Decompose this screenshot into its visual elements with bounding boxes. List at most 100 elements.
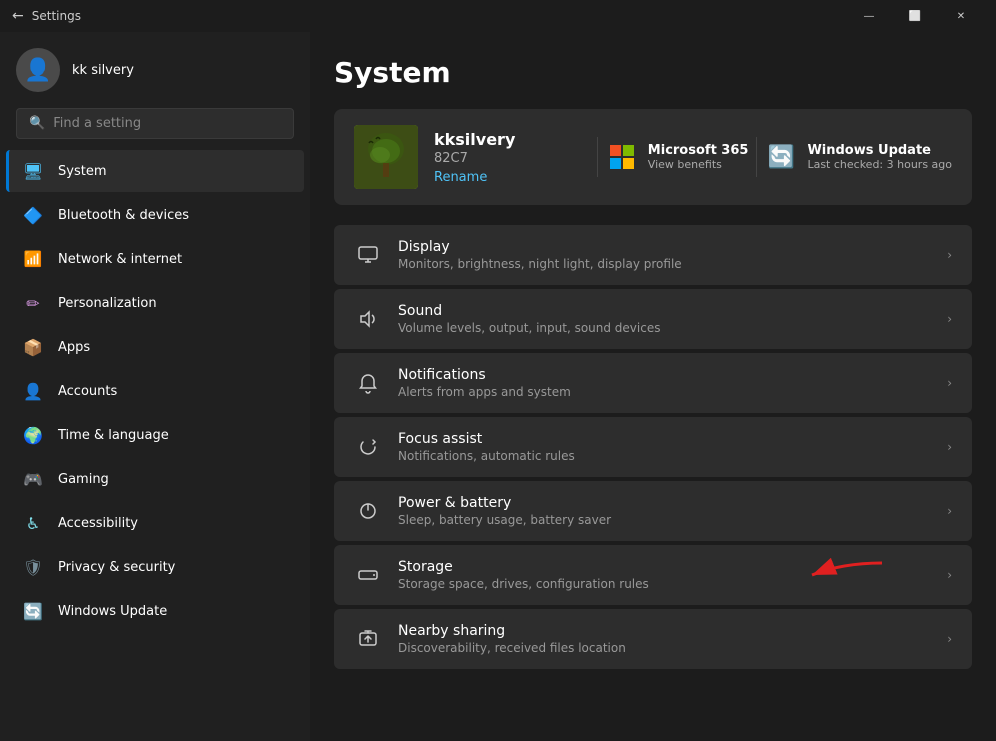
focus-svg-icon [357,436,379,458]
power-chevron: › [947,504,952,518]
sound-subtitle: Volume levels, output, input, sound devi… [398,321,931,335]
nav-item-gaming[interactable]: 🎮 Gaming [6,458,304,500]
user-card-info: kksilvery 82C7 Rename [434,130,589,185]
display-svg-icon [357,244,379,266]
nav-item-network[interactable]: 📶 Network & internet [6,238,304,280]
display-text: Display Monitors, brightness, night ligh… [398,239,931,271]
update-icon: 🔄 [22,600,44,622]
nav-label-update: Windows Update [58,604,167,619]
display-title: Display [398,239,931,255]
microsoft365-action[interactable]: Microsoft 365 View benefits [606,141,749,173]
settings-item-power[interactable]: Power & battery Sleep, battery usage, ba… [334,481,972,541]
app-body: 👤 kk silvery 🔍 Find a setting 🖥 System 🔷… [0,32,996,741]
sound-chevron: › [947,312,952,326]
nav-item-personalization[interactable]: ✏ Personalization [6,282,304,324]
nav-item-update[interactable]: 🔄 Windows Update [6,590,304,632]
settings-item-storage[interactable]: Storage Storage space, drives, configura… [334,545,972,605]
user-card-id: 82C7 [434,151,589,166]
storage-chevron: › [947,568,952,582]
sidebar-user-profile[interactable]: 👤 kk silvery [0,32,310,102]
gaming-icon: 🎮 [22,468,44,490]
nav-item-accounts[interactable]: 👤 Accounts [6,370,304,412]
nearby-subtitle: Discoverability, received files location [398,641,931,655]
nav-label-apps: Apps [58,340,90,355]
nav-label-accounts: Accounts [58,384,117,399]
sound-text: Sound Volume levels, output, input, soun… [398,303,931,335]
user-card-name: kksilvery [434,130,589,149]
sidebar: 👤 kk silvery 🔍 Find a setting 🖥 System 🔷… [0,32,310,741]
power-subtitle: Sleep, battery usage, battery saver [398,513,931,527]
display-icon [354,241,382,269]
storage-arrow-annotation [792,555,892,595]
windows-update-text: Windows Update Last checked: 3 hours ago [807,143,952,171]
nav-label-privacy: Privacy & security [58,560,175,575]
notifications-subtitle: Alerts from apps and system [398,385,931,399]
system-icon: 🖥 [22,160,44,182]
windows-update-subtitle: Last checked: 3 hours ago [807,158,952,171]
sound-title: Sound [398,303,931,319]
nav-item-accessibility[interactable]: ♿ Accessibility [6,502,304,544]
settings-item-notifications[interactable]: Notifications Alerts from apps and syste… [334,353,972,413]
accessibility-icon: ♿ [22,512,44,534]
nav-label-gaming: Gaming [58,472,109,487]
main-content: System [310,32,996,741]
sound-svg-icon [357,308,379,330]
page-title: System [334,56,972,89]
notifications-icon [354,369,382,397]
user-card-avatar [354,125,418,189]
apps-icon: 📦 [22,336,44,358]
settings-item-display[interactable]: Display Monitors, brightness, night ligh… [334,225,972,285]
nav-label-network: Network & internet [58,252,182,267]
back-icon[interactable]: ← [12,8,24,24]
notifications-title: Notifications [398,367,931,383]
window-controls: — ⬜ ✕ [846,0,984,32]
nav-item-privacy[interactable]: 🛡 Privacy & security [6,546,304,588]
focus-text: Focus assist Notifications, automatic ru… [398,431,931,463]
nav-item-bluetooth[interactable]: 🔷 Bluetooth & devices [6,194,304,236]
nearby-title: Nearby sharing [398,623,931,639]
avatar-image [354,125,418,189]
windows-update-action[interactable]: 🔄 Windows Update Last checked: 3 hours a… [765,141,952,173]
settings-item-focus[interactable]: Focus assist Notifications, automatic ru… [334,417,972,477]
focus-subtitle: Notifications, automatic rules [398,449,931,463]
avatar-icon: 👤 [24,58,51,83]
storage-icon [354,561,382,589]
maximize-button[interactable]: ⬜ [892,0,938,32]
windows-update-icon: 🔄 [765,141,797,173]
power-text: Power & battery Sleep, battery usage, ba… [398,495,931,527]
sound-icon [354,305,382,333]
settings-item-sound[interactable]: Sound Volume levels, output, input, soun… [334,289,972,349]
windows-update-title: Windows Update [807,143,952,158]
privacy-icon: 🛡 [22,556,44,578]
microsoft365-text: Microsoft 365 View benefits [648,143,749,171]
rename-link[interactable]: Rename [434,170,589,185]
network-icon: 📶 [22,248,44,270]
power-title: Power & battery [398,495,931,511]
storage-svg-icon [357,564,379,586]
settings-list: Display Monitors, brightness, night ligh… [334,225,972,669]
time-icon: 🌍 [22,424,44,446]
search-box[interactable]: 🔍 Find a setting [16,108,294,139]
notifications-text: Notifications Alerts from apps and syste… [398,367,931,399]
ms-logo-icon [608,143,636,171]
close-button[interactable]: ✕ [938,0,984,32]
focus-title: Focus assist [398,431,931,447]
focus-icon [354,433,382,461]
minimize-button[interactable]: — [846,0,892,32]
nav-item-system[interactable]: 🖥 System [6,150,304,192]
nearby-icon [354,625,382,653]
settings-item-nearby[interactable]: Nearby sharing Discoverability, received… [334,609,972,669]
avatar-artwork [354,125,418,189]
microsoft365-title: Microsoft 365 [648,143,749,158]
search-placeholder: Find a setting [53,116,141,131]
sidebar-username: kk silvery [72,63,134,78]
titlebar: ← Settings — ⬜ ✕ [0,0,996,32]
nearby-text: Nearby sharing Discoverability, received… [398,623,931,655]
nearby-chevron: › [947,632,952,646]
search-icon: 🔍 [29,116,45,131]
nav-label-time: Time & language [58,428,169,443]
nav-item-apps[interactable]: 📦 Apps [6,326,304,368]
display-subtitle: Monitors, brightness, night light, displ… [398,257,931,271]
display-chevron: › [947,248,952,262]
nav-item-time[interactable]: 🌍 Time & language [6,414,304,456]
